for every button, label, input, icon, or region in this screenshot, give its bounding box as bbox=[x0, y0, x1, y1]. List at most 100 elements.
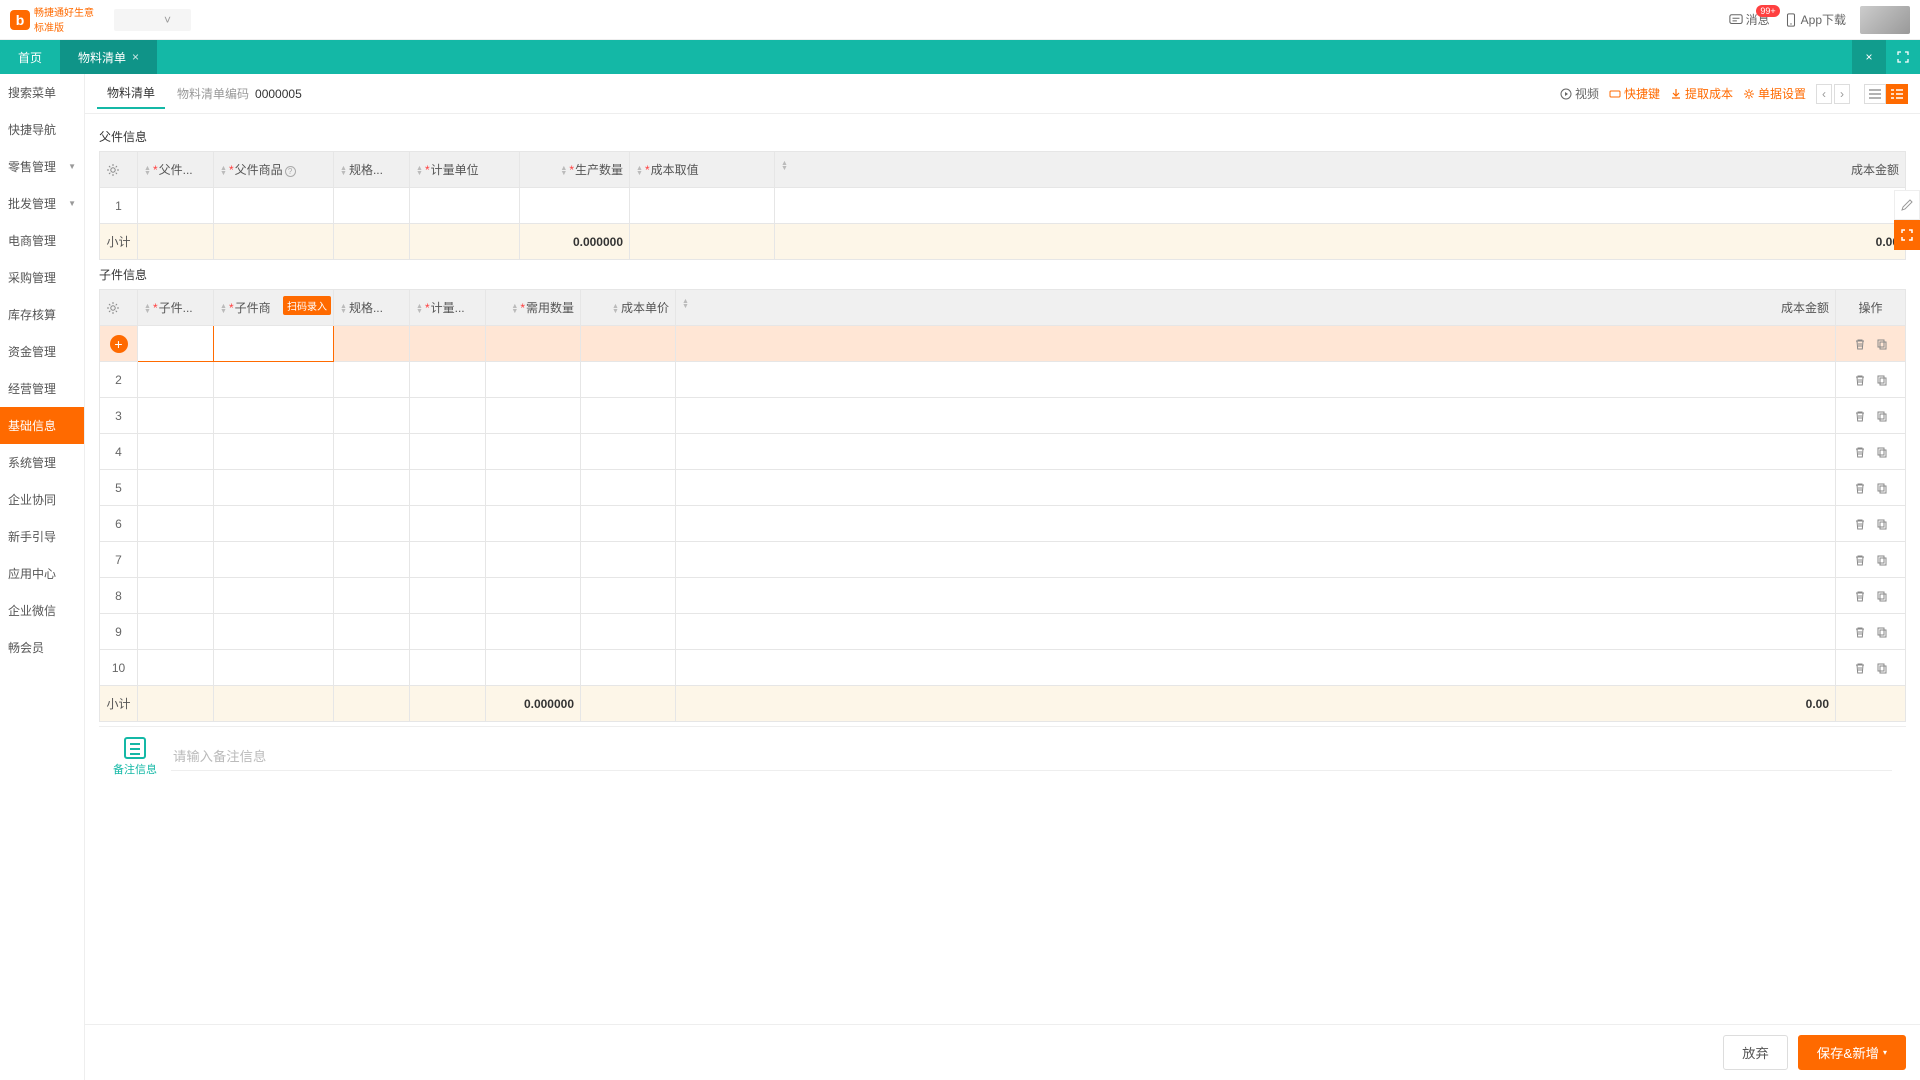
sidebar-item[interactable]: 电商管理 bbox=[0, 222, 84, 259]
close-icon[interactable]: × bbox=[132, 50, 139, 64]
copy-row-button[interactable] bbox=[1876, 410, 1888, 422]
cell[interactable] bbox=[486, 362, 581, 398]
shortcut-link[interactable]: 快捷键 bbox=[1609, 85, 1660, 102]
sidebar-item[interactable]: 企业微信 bbox=[0, 592, 84, 629]
sidebar-item[interactable]: 应用中心 bbox=[0, 555, 84, 592]
cell[interactable] bbox=[334, 650, 410, 686]
child-row[interactable]: 10 bbox=[100, 650, 1906, 686]
parent-col-spec[interactable]: ▲▼规格... bbox=[334, 152, 410, 188]
cell[interactable] bbox=[581, 578, 676, 614]
delete-row-button[interactable] bbox=[1854, 590, 1866, 602]
cell[interactable] bbox=[676, 542, 1836, 578]
cell[interactable] bbox=[581, 362, 676, 398]
cell[interactable] bbox=[676, 506, 1836, 542]
view-list-button[interactable] bbox=[1864, 84, 1886, 104]
discard-button[interactable]: 放弃 bbox=[1723, 1035, 1788, 1070]
cell[interactable] bbox=[138, 470, 214, 506]
cell[interactable] bbox=[138, 542, 214, 578]
cell[interactable] bbox=[334, 506, 410, 542]
cell[interactable] bbox=[334, 470, 410, 506]
delete-row-button[interactable] bbox=[1854, 482, 1866, 494]
child-row[interactable]: 4 bbox=[100, 434, 1906, 470]
child-row[interactable]: 6 bbox=[100, 506, 1906, 542]
cell[interactable] bbox=[486, 470, 581, 506]
copy-row-button[interactable] bbox=[1876, 338, 1888, 350]
tab-home[interactable]: 首页 bbox=[0, 40, 60, 74]
cell[interactable] bbox=[138, 434, 214, 470]
rail-edit-button[interactable] bbox=[1894, 190, 1920, 220]
sidebar-item[interactable]: 库存核算 bbox=[0, 296, 84, 333]
child-row[interactable]: 5 bbox=[100, 470, 1906, 506]
help-icon[interactable]: ? bbox=[285, 166, 296, 177]
tab-close-all-button[interactable]: × bbox=[1852, 40, 1886, 74]
video-link[interactable]: 视频 bbox=[1560, 85, 1599, 102]
cell[interactable] bbox=[520, 188, 630, 224]
cell[interactable] bbox=[334, 362, 410, 398]
app-download-button[interactable]: App下载 bbox=[1784, 11, 1846, 28]
cell[interactable] bbox=[334, 326, 410, 362]
delete-row-button[interactable] bbox=[1854, 446, 1866, 458]
cell[interactable] bbox=[486, 434, 581, 470]
cell[interactable] bbox=[676, 578, 1836, 614]
messages-button[interactable]: 消息 99+ bbox=[1729, 11, 1770, 28]
extract-cost-link[interactable]: 提取成本 bbox=[1670, 85, 1733, 102]
sidebar-item[interactable]: 企业协同 bbox=[0, 481, 84, 518]
copy-row-button[interactable] bbox=[1876, 446, 1888, 458]
cell[interactable] bbox=[214, 188, 334, 224]
cell[interactable] bbox=[410, 398, 486, 434]
cell[interactable] bbox=[138, 188, 214, 224]
delete-row-button[interactable] bbox=[1854, 662, 1866, 674]
cell[interactable] bbox=[676, 650, 1836, 686]
cell[interactable] bbox=[410, 578, 486, 614]
copy-row-button[interactable] bbox=[1876, 590, 1888, 602]
parent-col-qty[interactable]: ▲▼*生产数量 bbox=[520, 152, 630, 188]
parent-col-costsrc[interactable]: ▲▼*成本取值 bbox=[630, 152, 775, 188]
cell[interactable] bbox=[581, 506, 676, 542]
cell[interactable] bbox=[334, 398, 410, 434]
child-col-qty[interactable]: ▲▼*需用数量 bbox=[486, 290, 581, 326]
cell[interactable] bbox=[410, 326, 486, 362]
sidebar-item[interactable]: 搜索菜单 bbox=[0, 74, 84, 111]
sidebar-item[interactable]: 系统管理 bbox=[0, 444, 84, 481]
sidebar-item[interactable]: 新手引导 bbox=[0, 518, 84, 555]
delete-row-button[interactable] bbox=[1854, 338, 1866, 350]
copy-row-button[interactable] bbox=[1876, 374, 1888, 386]
child-col-costamt[interactable]: ▲▼成本金额 bbox=[676, 290, 1836, 326]
fullscreen-button[interactable] bbox=[1886, 40, 1920, 74]
cell[interactable] bbox=[410, 470, 486, 506]
cell[interactable] bbox=[581, 650, 676, 686]
cell[interactable] bbox=[581, 326, 676, 362]
child-col-product[interactable]: ▲▼*子件商扫码录入 bbox=[214, 290, 334, 326]
delete-row-button[interactable] bbox=[1854, 410, 1866, 422]
child-row[interactable]: 9 bbox=[100, 614, 1906, 650]
child-col-code[interactable]: ▲▼*子件... bbox=[138, 290, 214, 326]
parent-col-costamt[interactable]: ▲▼成本金额 bbox=[775, 152, 1906, 188]
delete-row-button[interactable] bbox=[1854, 374, 1866, 386]
cell[interactable] bbox=[486, 542, 581, 578]
sidebar-item[interactable]: 采购管理 bbox=[0, 259, 84, 296]
cell[interactable] bbox=[486, 614, 581, 650]
cell[interactable] bbox=[214, 506, 334, 542]
child-col-config[interactable] bbox=[100, 290, 138, 326]
doc-settings-link[interactable]: 单据设置 bbox=[1743, 85, 1806, 102]
sidebar-item[interactable]: 资金管理 bbox=[0, 333, 84, 370]
cell[interactable] bbox=[581, 614, 676, 650]
copy-row-button[interactable] bbox=[1876, 662, 1888, 674]
parent-col-config[interactable] bbox=[100, 152, 138, 188]
cell[interactable] bbox=[334, 542, 410, 578]
sidebar-item[interactable]: 快捷导航 bbox=[0, 111, 84, 148]
child-col-unit[interactable]: ▲▼*计量... bbox=[410, 290, 486, 326]
cell[interactable] bbox=[775, 188, 1906, 224]
delete-row-button[interactable] bbox=[1854, 626, 1866, 638]
rail-expand-button[interactable] bbox=[1894, 220, 1920, 250]
cell[interactable] bbox=[334, 578, 410, 614]
cell[interactable] bbox=[676, 326, 1836, 362]
cell[interactable] bbox=[214, 578, 334, 614]
cell[interactable] bbox=[138, 614, 214, 650]
save-and-new-button[interactable]: 保存&新增 ▾ bbox=[1798, 1035, 1906, 1070]
cell[interactable] bbox=[410, 614, 486, 650]
cell[interactable] bbox=[676, 362, 1836, 398]
cell[interactable] bbox=[410, 362, 486, 398]
copy-row-button[interactable] bbox=[1876, 482, 1888, 494]
avatar[interactable] bbox=[1860, 6, 1910, 34]
